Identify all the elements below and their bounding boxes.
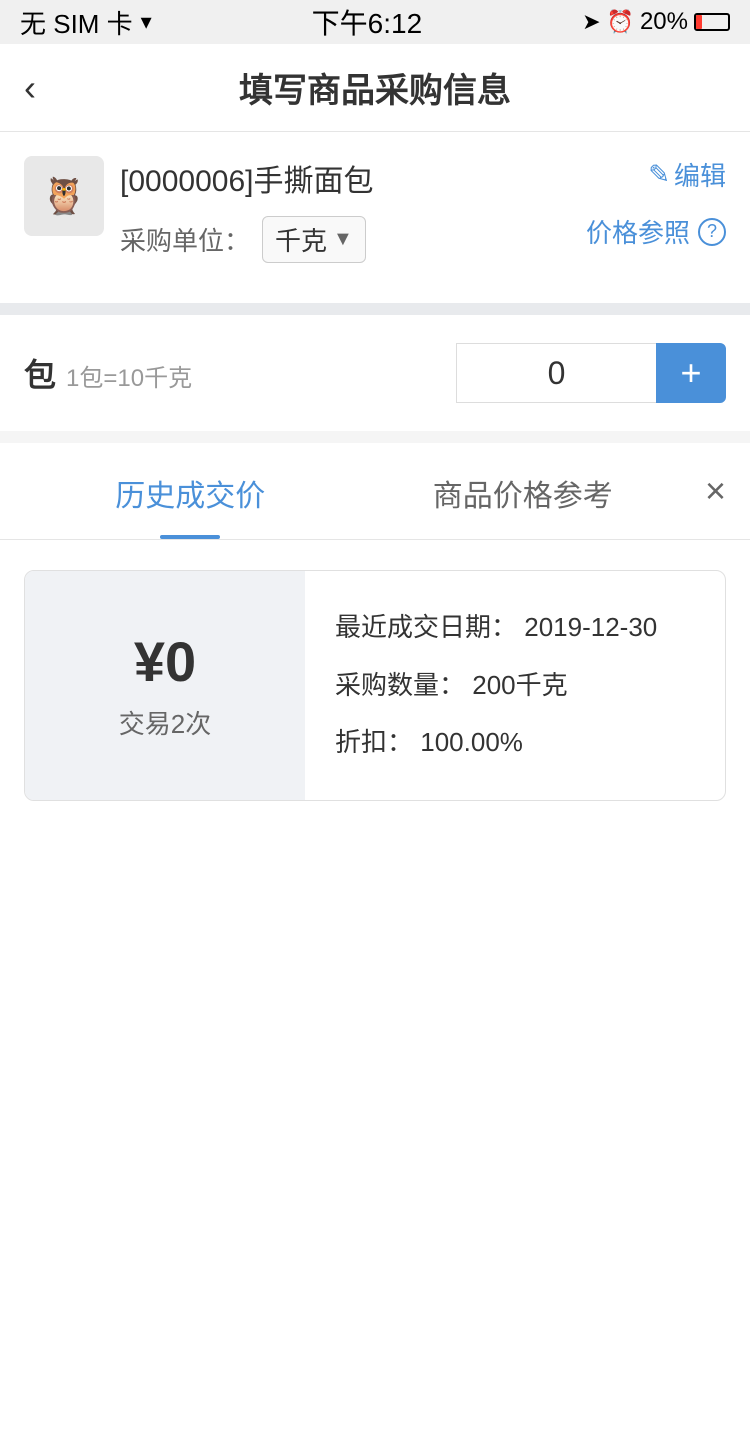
quantity-unit-name: 包 [24, 350, 56, 396]
back-button[interactable]: ‹ [24, 70, 36, 106]
clock: 下午6:12 [312, 2, 423, 42]
product-image-icon: 🦉 [42, 175, 87, 217]
nav-bar: ‹ 填写商品采购信息 [0, 44, 750, 132]
status-bar: 无 SIM 卡 ▾ 下午6:12 ➤ ⏰ 20% [0, 0, 750, 44]
product-left: 🦉 [0000006]手撕面包 采购单位： 千克 ▼ [24, 156, 373, 263]
product-thumbnail: 🦉 [24, 156, 104, 236]
tabs-section: 历史成交价 商品价格参考 × ¥0 交易2次 最近成交日期： 2019-12-3… [0, 443, 750, 831]
price-ref-label: 价格参照 [586, 213, 690, 250]
discount-label: 折扣： [335, 727, 413, 757]
last-date-label: 最近成交日期： [335, 612, 517, 642]
edit-icon: ✎ [648, 159, 670, 190]
quantity-input-group: + [456, 343, 726, 403]
price-right-panel: 最近成交日期： 2019-12-30 采购数量： 200千克 折扣： 100.0… [305, 571, 725, 800]
wifi-icon: ▾ [141, 9, 152, 35]
tab-history-price[interactable]: 历史成交价 [24, 443, 356, 539]
unit-label: 采购单位： [120, 221, 250, 258]
help-icon: ? [698, 218, 726, 246]
discount-row: 折扣： 100.00% [335, 722, 695, 764]
page-title: 填写商品采购信息 [239, 63, 511, 112]
carrier-wifi: 无 SIM 卡 ▾ [20, 4, 152, 41]
tab-product-price-ref[interactable]: 商品价格参考 [356, 443, 688, 539]
product-name: [0000006]手撕面包 [120, 156, 373, 200]
price-left-panel: ¥0 交易2次 [25, 571, 305, 800]
quantity-label-text: 采购数量： [335, 670, 465, 700]
product-info: [0000006]手撕面包 采购单位： 千克 ▼ [120, 156, 373, 263]
unit-select[interactable]: 千克 ▼ [262, 216, 366, 263]
chevron-down-icon: ▼ [333, 228, 353, 251]
tabs-header: 历史成交价 商品价格参考 × [0, 443, 750, 540]
product-header: 🦉 [0000006]手撕面包 采购单位： 千克 ▼ ✎ 编辑 价格参照 [24, 156, 726, 263]
navigation-icon: ➤ [582, 9, 600, 35]
discount-value: 100.00% [420, 727, 523, 757]
carrier-text: 无 SIM 卡 [20, 4, 133, 41]
tab-close-button[interactable]: × [689, 450, 726, 532]
last-date-row: 最近成交日期： 2019-12-30 [335, 607, 695, 649]
quantity-value: 200千克 [472, 670, 567, 700]
price-ref-button[interactable]: 价格参照 ? [586, 213, 726, 250]
product-unit-row: 采购单位： 千克 ▼ [120, 216, 373, 263]
battery-percent: 20% [640, 8, 688, 36]
quantity-conversion: 1包=10千克 [66, 358, 192, 393]
last-date-value: 2019-12-30 [524, 612, 657, 642]
quantity-plus-button[interactable]: + [656, 343, 726, 403]
quantity-row: 包 1包=10千克 + [0, 315, 750, 431]
trade-count: 交易2次 [119, 704, 211, 741]
quantity-label: 包 1包=10千克 [24, 350, 192, 396]
section-divider [0, 303, 750, 315]
alarm-icon: ⏰ [607, 9, 634, 35]
quantity-input[interactable] [456, 343, 656, 403]
edit-label: 编辑 [674, 156, 726, 193]
purchase-quantity-row: 采购数量： 200千克 [335, 665, 695, 707]
unit-value: 千克 [275, 221, 327, 258]
price-amount: ¥0 [134, 629, 196, 694]
product-card: 🦉 [0000006]手撕面包 采购单位： 千克 ▼ ✎ 编辑 价格参照 [0, 132, 750, 303]
history-content: ¥0 交易2次 最近成交日期： 2019-12-30 采购数量： 200千克 折… [0, 540, 750, 831]
status-right: ➤ ⏰ 20% [582, 8, 730, 36]
price-card: ¥0 交易2次 最近成交日期： 2019-12-30 采购数量： 200千克 折… [24, 570, 726, 801]
battery-icon [694, 13, 730, 31]
bottom-space [0, 831, 750, 1431]
edit-button[interactable]: ✎ 编辑 [648, 156, 726, 193]
